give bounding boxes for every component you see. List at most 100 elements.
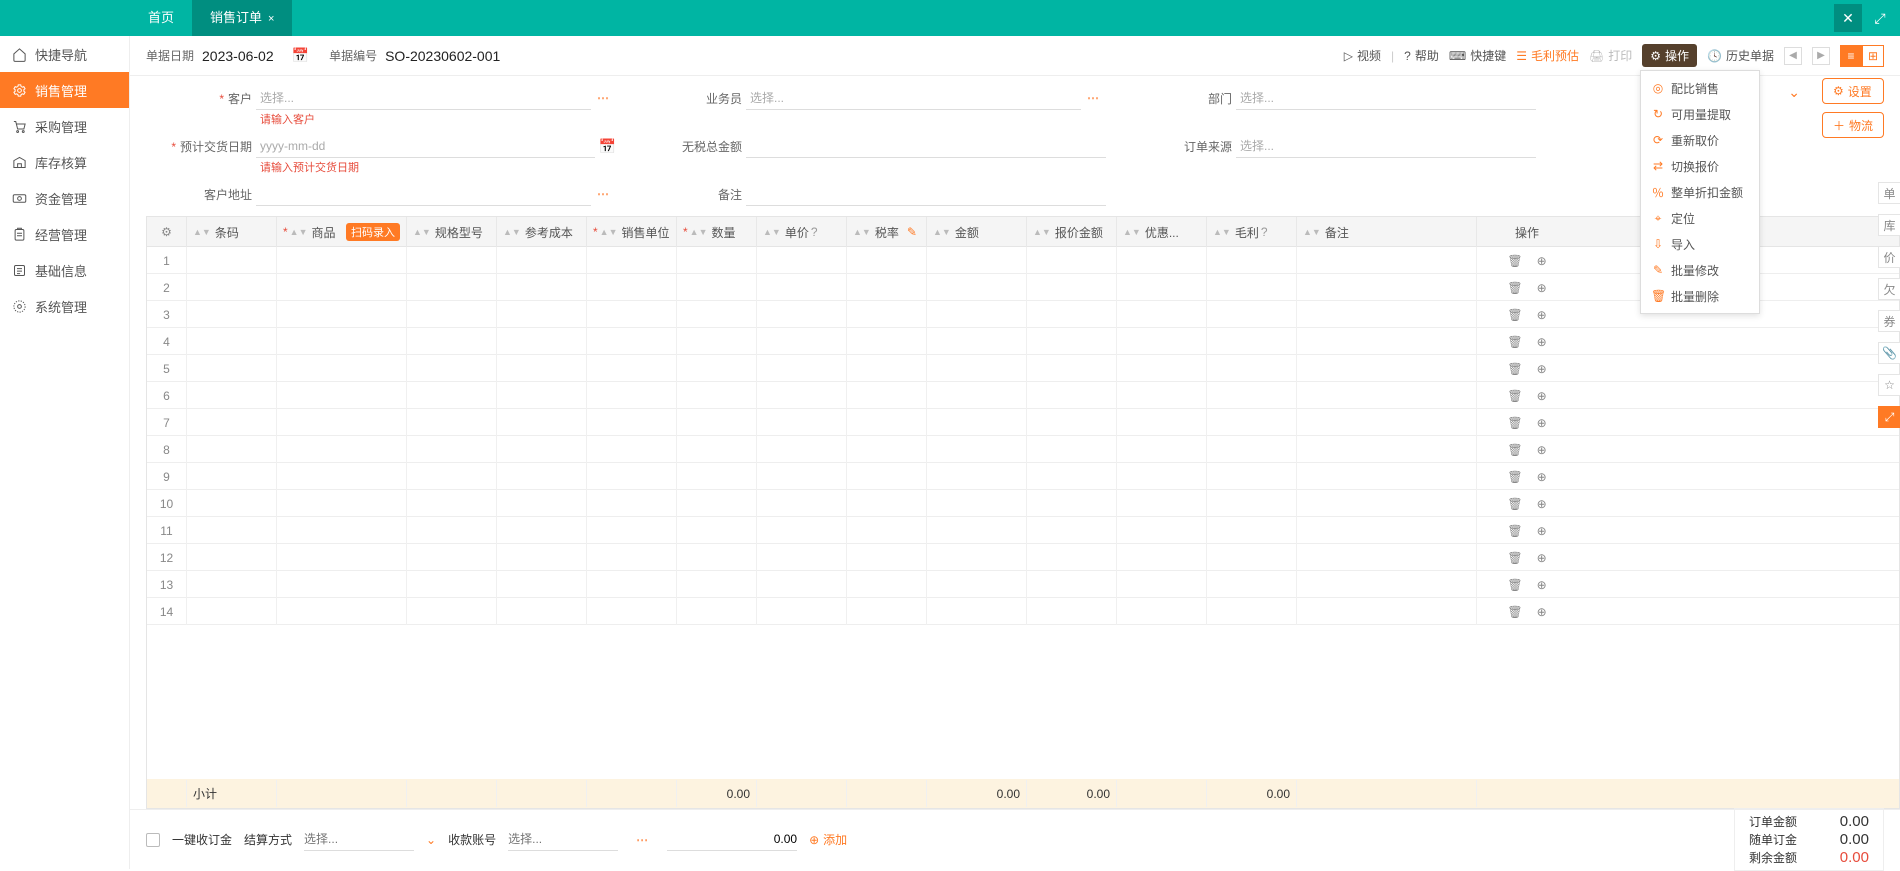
- add-row-icon[interactable]: ⊕: [1537, 308, 1547, 322]
- settle-select[interactable]: [304, 829, 414, 851]
- gross-profit-action[interactable]: ☰ 毛利预估: [1516, 47, 1579, 64]
- table-row[interactable]: 9🗑⊕: [147, 463, 1899, 490]
- add-row-icon[interactable]: ⊕: [1537, 551, 1547, 565]
- table-row[interactable]: 7🗑⊕: [147, 409, 1899, 436]
- dropdown-item-5[interactable]: ⌖定位: [1641, 205, 1759, 231]
- settings-pill[interactable]: ⚙ 设置: [1822, 78, 1884, 104]
- delete-row-icon[interactable]: 🗑: [1507, 551, 1522, 565]
- delete-row-icon[interactable]: 🗑: [1507, 578, 1522, 592]
- deposit-checkbox[interactable]: [146, 833, 160, 847]
- dropdown-item-1[interactable]: ↻可用量提取: [1641, 101, 1759, 127]
- add-row-icon[interactable]: ⊕: [1537, 524, 1547, 538]
- rail-item-5[interactable]: 券: [1878, 310, 1900, 332]
- sidebar-item-2[interactable]: 采购管理: [0, 108, 129, 144]
- add-row-icon[interactable]: ⊕: [1537, 362, 1547, 376]
- delete-row-icon[interactable]: 🗑: [1507, 308, 1522, 322]
- add-row-icon[interactable]: ⊕: [1537, 443, 1547, 457]
- logistics-pill[interactable]: ＋ 物流: [1822, 112, 1884, 138]
- add-row-icon[interactable]: ⊕: [1537, 254, 1547, 268]
- add-row-icon[interactable]: ⊕: [1537, 389, 1547, 403]
- rail-item-3[interactable]: 价: [1878, 246, 1900, 268]
- help-action[interactable]: ? 帮助: [1404, 47, 1439, 64]
- table-row[interactable]: 10🗑⊕: [147, 490, 1899, 517]
- add-row-icon[interactable]: ⊕: [1537, 497, 1547, 511]
- dropdown-item-6[interactable]: ⇩导入: [1641, 231, 1759, 257]
- sidebar-item-6[interactable]: 基础信息: [0, 252, 129, 288]
- order-source-input[interactable]: [1236, 134, 1536, 158]
- col-remark[interactable]: ▲▼备注: [1297, 217, 1477, 247]
- col-amount[interactable]: ▲▼金额: [927, 217, 1027, 247]
- salesman-input[interactable]: [746, 86, 1081, 110]
- rail-item-6[interactable]: 📎: [1878, 342, 1900, 364]
- prev-doc-arrow[interactable]: ◀: [1784, 47, 1802, 65]
- rail-item-4[interactable]: 欠: [1878, 278, 1900, 300]
- table-row[interactable]: 11🗑⊕: [147, 517, 1899, 544]
- expand-caret-icon[interactable]: ⌄: [1788, 84, 1800, 101]
- sidebar-item-4[interactable]: 资金管理: [0, 180, 129, 216]
- table-row[interactable]: 5🗑⊕: [147, 355, 1899, 382]
- table-row[interactable]: 13🗑⊕: [147, 571, 1899, 598]
- calendar-icon[interactable]: 📅: [292, 47, 309, 64]
- delete-row-icon[interactable]: 🗑: [1507, 254, 1522, 268]
- remark-input[interactable]: [746, 182, 1106, 206]
- view-toggle-list[interactable]: ≡: [1840, 45, 1862, 67]
- date-picker-icon[interactable]: 📅: [599, 138, 616, 155]
- table-row[interactable]: 4🗑⊕: [147, 328, 1899, 355]
- sidebar-item-5[interactable]: 经营管理: [0, 216, 129, 252]
- sidebar-item-1[interactable]: 销售管理: [0, 72, 129, 108]
- gear-column-icon[interactable]: ⚙: [147, 217, 187, 247]
- table-row[interactable]: 12🗑⊕: [147, 544, 1899, 571]
- table-row[interactable]: 6🗑⊕: [147, 382, 1899, 409]
- col-saleunit[interactable]: ▲▼销售单位: [587, 217, 677, 247]
- dropdown-item-0[interactable]: ◎配比销售: [1641, 75, 1759, 101]
- add-row-icon[interactable]: ⊕: [1537, 578, 1547, 592]
- col-spec[interactable]: ▲▼规格型号: [407, 217, 497, 247]
- add-row-icon[interactable]: ⊕: [1537, 416, 1547, 430]
- next-doc-arrow[interactable]: ▶: [1812, 47, 1830, 65]
- dropdown-item-2[interactable]: ⟳重新取价: [1641, 127, 1759, 153]
- amount-input[interactable]: [667, 829, 797, 851]
- table-row[interactable]: 8🗑⊕: [147, 436, 1899, 463]
- expect-date-input[interactable]: [256, 134, 595, 158]
- rail-item-1[interactable]: 单: [1878, 182, 1900, 204]
- table-row[interactable]: 14🗑⊕: [147, 598, 1899, 625]
- department-input[interactable]: [1236, 86, 1536, 110]
- col-barcode[interactable]: ▲▼条码: [187, 217, 277, 247]
- col-qty[interactable]: ▲▼数量: [677, 217, 757, 247]
- add-row-icon[interactable]: ⊕: [1537, 605, 1547, 619]
- view-toggle-grid[interactable]: ⊞: [1862, 45, 1884, 67]
- col-discount[interactable]: ▲▼优惠...: [1117, 217, 1207, 247]
- delete-row-icon[interactable]: 🗑: [1507, 470, 1522, 484]
- delete-row-icon[interactable]: 🗑: [1507, 362, 1522, 376]
- rail-item-8[interactable]: ⤢: [1878, 406, 1900, 428]
- delete-row-icon[interactable]: 🗑: [1507, 605, 1522, 619]
- history-action[interactable]: 🕓 历史单据: [1707, 47, 1774, 64]
- customer-lookup-icon[interactable]: ⋯: [591, 91, 616, 105]
- add-row-icon[interactable]: ⊕: [1537, 281, 1547, 295]
- table-row[interactable]: 2🗑⊕: [147, 274, 1899, 301]
- col-product[interactable]: ▲▼商品扫码录入: [277, 217, 407, 247]
- account-select[interactable]: [508, 829, 618, 851]
- customer-input[interactable]: [256, 86, 591, 110]
- col-gross[interactable]: ▲▼毛利 ?: [1207, 217, 1297, 247]
- customer-addr-input[interactable]: [256, 182, 591, 206]
- col-quoteamount[interactable]: ▲▼报价金额: [1027, 217, 1117, 247]
- col-price[interactable]: ▲▼单价 ?: [757, 217, 847, 247]
- tab-home[interactable]: 首页: [130, 0, 192, 36]
- delete-row-icon[interactable]: 🗑: [1507, 524, 1522, 538]
- salesman-lookup-icon[interactable]: ⋯: [1081, 91, 1106, 105]
- sidebar-item-3[interactable]: 库存核算: [0, 144, 129, 180]
- dropdown-item-7[interactable]: ✎批量修改: [1641, 257, 1759, 283]
- delete-row-icon[interactable]: 🗑: [1507, 389, 1522, 403]
- dropdown-item-3[interactable]: ⇄切换报价: [1641, 153, 1759, 179]
- delete-row-icon[interactable]: 🗑: [1507, 416, 1522, 430]
- table-row[interactable]: 1🗑⊕: [147, 247, 1899, 274]
- sidebar-item-0[interactable]: 快捷导航: [0, 36, 129, 72]
- col-taxrate[interactable]: ▲▼税率✎: [847, 217, 927, 247]
- account-lookup-icon[interactable]: ⋯: [630, 833, 655, 847]
- edit-icon[interactable]: ✎: [907, 225, 917, 239]
- delete-row-icon[interactable]: 🗑: [1507, 281, 1522, 295]
- delete-row-icon[interactable]: 🗑: [1507, 497, 1522, 511]
- doc-date-value[interactable]: 2023-06-02: [202, 48, 274, 64]
- operate-button[interactable]: ⚙ 操作: [1642, 44, 1697, 67]
